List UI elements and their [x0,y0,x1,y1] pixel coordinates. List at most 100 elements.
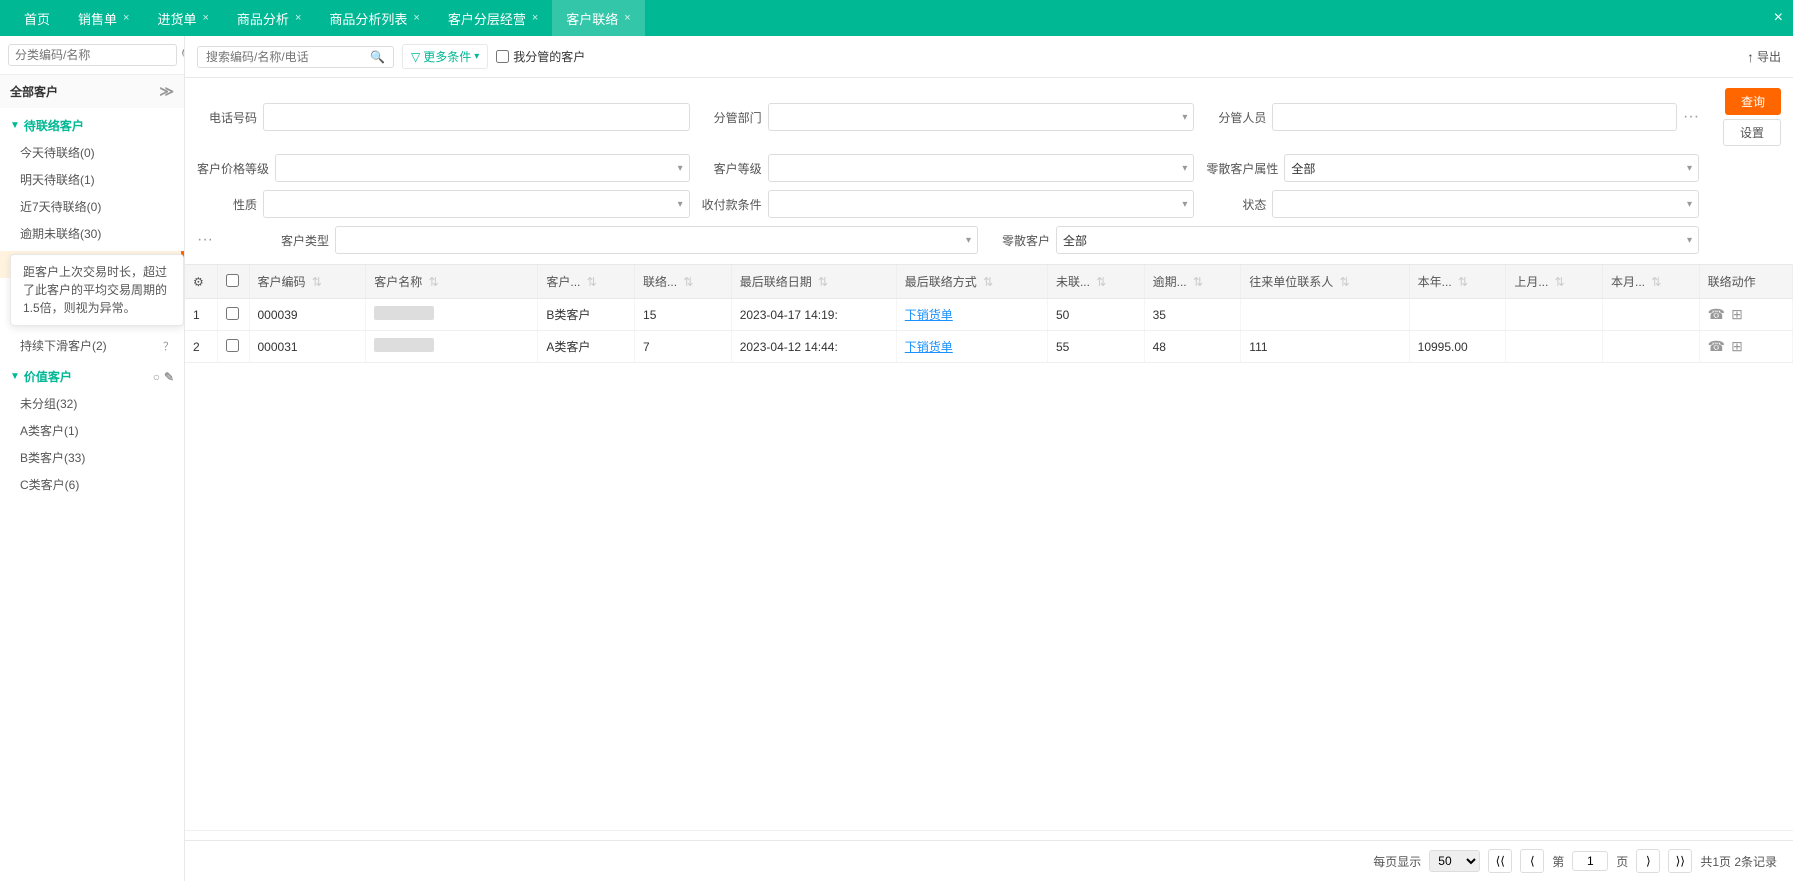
col-not-contact[interactable]: 未联... ⇅ [1047,265,1144,299]
col-settings[interactable]: ⚙ [185,265,217,299]
row1-type: B类客户 [538,299,635,331]
nav-contact-close[interactable]: × [624,12,630,24]
col-name[interactable]: 客户名称 ⇅ [366,265,538,299]
first-page-btn[interactable]: ⟨⟨ [1488,849,1512,873]
filter-customer-grade-select[interactable]: ▾ [768,154,1195,182]
col-contact2[interactable]: 往来单位联系人 ⇅ [1241,265,1409,299]
nav-sales-close[interactable]: × [123,12,129,24]
filter-phone: 电话号码 [197,103,690,131]
row1-method-link[interactable]: 下销货单 [905,308,953,322]
nav-product-analysis[interactable]: 商品分析 × [223,0,315,36]
sidebar-item-ungroup[interactable]: 未分组(32) [0,390,184,417]
nav-product-list[interactable]: 商品分析列表 × [315,0,433,36]
prev-page-btn[interactable]: ⟨ [1520,849,1544,873]
select-all-checkbox[interactable] [226,274,239,287]
sidebar-collapse-btn[interactable]: ≫ [159,83,174,100]
my-customers-check[interactable] [496,50,509,63]
col-action: 联络动作 [1699,265,1792,299]
row1-last-date: 2023-04-17 14:19: [731,299,896,331]
value-group-refresh[interactable]: ○ [153,370,160,384]
sidebar-item-tomorrow[interactable]: 明天待联络(1) [0,166,184,193]
horizontal-scrollbar[interactable] [185,830,1793,840]
nav-product-list-close[interactable]: × [413,12,419,24]
main-search-input[interactable] [206,50,366,64]
filter-customer-type-select[interactable]: ▾ [335,226,978,254]
export-button[interactable]: ↑ 导出 [1747,48,1781,65]
filter-phone-input[interactable] [263,103,690,131]
row2-phone-icon[interactable]: ☎ [1708,338,1725,355]
value-group-edit[interactable]: ✎ [164,370,174,384]
manager-dots[interactable]: ··· [1683,108,1699,126]
row2-not-contact: 55 [1047,331,1144,363]
value-group-header[interactable]: ▼ 价值客户 ○ ✎ [0,363,184,390]
close-all-tabs[interactable]: × [1774,9,1783,27]
sidebar-search-button[interactable]: 🔍 [181,47,185,64]
sidebar-item-7days[interactable]: 近7天待联络(0) [0,193,184,220]
col-this-year[interactable]: 本年... ⇅ [1409,265,1506,299]
nav-sales[interactable]: 销售单 × [64,0,143,36]
row4-dots[interactable]: ··· [197,231,213,249]
col-this-month[interactable]: 本月... ⇅ [1603,265,1700,299]
row1-phone-icon[interactable]: ☎ [1708,306,1725,323]
filter-dept-select[interactable]: ▾ [768,103,1195,131]
sidebar-search-input[interactable] [8,44,177,66]
filter-dept: 分管部门 ▾ [702,103,1195,131]
nav-home[interactable]: 首页 [10,0,64,36]
sidebar-item-today[interactable]: 今天待联络(0) [0,139,184,166]
col-overdue[interactable]: 逾期... ⇅ [1144,265,1241,299]
filter-retail-customer-select[interactable]: 全部 ▾ [1056,226,1699,254]
nav-customer-segments[interactable]: 客户分层经营 × [434,0,552,36]
col-last-date[interactable]: 最后联络日期 ⇅ [731,265,896,299]
filter-payment-select[interactable]: ▾ [768,190,1195,218]
filter-retail-customer-label: 零散客户 [990,232,1050,249]
sidebar-item-a-class[interactable]: A类客户(1) [0,417,184,444]
filter-retail-attr-label: 零散客户属性 [1206,160,1278,177]
more-conditions-btn[interactable]: ▽ 更多条件 ▾ [402,44,488,69]
col-code[interactable]: 客户编码 ⇅ [249,265,366,299]
col-contact-count[interactable]: 联络... ⇅ [635,265,732,299]
row2-menu-icon[interactable]: ⊞ [1731,338,1743,355]
row1-last-method: 下销货单 [896,299,1047,331]
nav-customer-contact[interactable]: 客户联络 × [552,0,644,36]
row1-menu-icon[interactable]: ⊞ [1731,306,1743,323]
nav-purchase[interactable]: 进货单 × [143,0,222,36]
row2-method-link[interactable]: 下销货单 [905,340,953,354]
filter-status-select[interactable]: ▾ [1272,190,1699,218]
sidebar-item-c-class[interactable]: C类客户(6) [0,471,184,498]
nav-product-close[interactable]: × [295,12,301,24]
row2-name [366,331,538,363]
sidebar-section-label: 全部客户 [10,83,58,100]
next-page-btn[interactable]: ⟩ [1636,849,1660,873]
query-button[interactable]: 查询 [1725,88,1781,115]
last-page-btn[interactable]: ⟩⟩ [1668,849,1692,873]
filter-retail-attr-select[interactable]: 全部 ▾ [1284,154,1699,182]
filter-search-box: 🔍 [197,46,394,68]
page-number-input[interactable] [1572,851,1608,871]
filter-nature-select[interactable]: ▾ [263,190,690,218]
price-grade-arrow-icon: ▾ [678,163,683,174]
main-search-icon[interactable]: 🔍 [370,50,385,64]
per-page-select[interactable]: 50 20 100 [1429,850,1480,872]
declining-help-icon[interactable]: ？ [163,338,174,354]
row1-select[interactable] [226,307,239,320]
sidebar: 🔍 全部客户 ≫ ▼ 待联络客户 今天待联络(0) 明天待联络(1) 近7天待联… [0,36,185,881]
sidebar-group-pending-header[interactable]: ▼ 待联络客户 [0,112,184,139]
sidebar-item-declining[interactable]: 持续下滑客户(2) ？ [0,332,184,359]
row1-index: 1 [185,299,217,331]
row2-last-date: 2023-04-12 14:44: [731,331,896,363]
filter-manager-select[interactable] [1272,103,1677,131]
col-type[interactable]: 客户... ⇅ [538,265,635,299]
nav-purchase-close[interactable]: × [202,12,208,24]
col-last-method[interactable]: 最后联络方式 ⇅ [896,265,1047,299]
my-customers-checkbox[interactable]: 我分管的客户 [496,48,585,65]
sidebar-item-b-class[interactable]: B类客户(33) [0,444,184,471]
settings-button[interactable]: 设置 [1723,119,1781,146]
sidebar-item-overdue[interactable]: 逾期未联络(30) [0,220,184,247]
filter-price-grade-select[interactable]: ▾ [275,154,690,182]
col-last-month[interactable]: 上月... ⇅ [1506,265,1603,299]
filter-retail-customer: 零散客户 全部 ▾ [990,226,1699,254]
filter-icon: ▽ [411,50,420,64]
nav-segments-close[interactable]: × [532,12,538,24]
row2-code: 000031 [249,331,366,363]
row2-select[interactable] [226,339,239,352]
